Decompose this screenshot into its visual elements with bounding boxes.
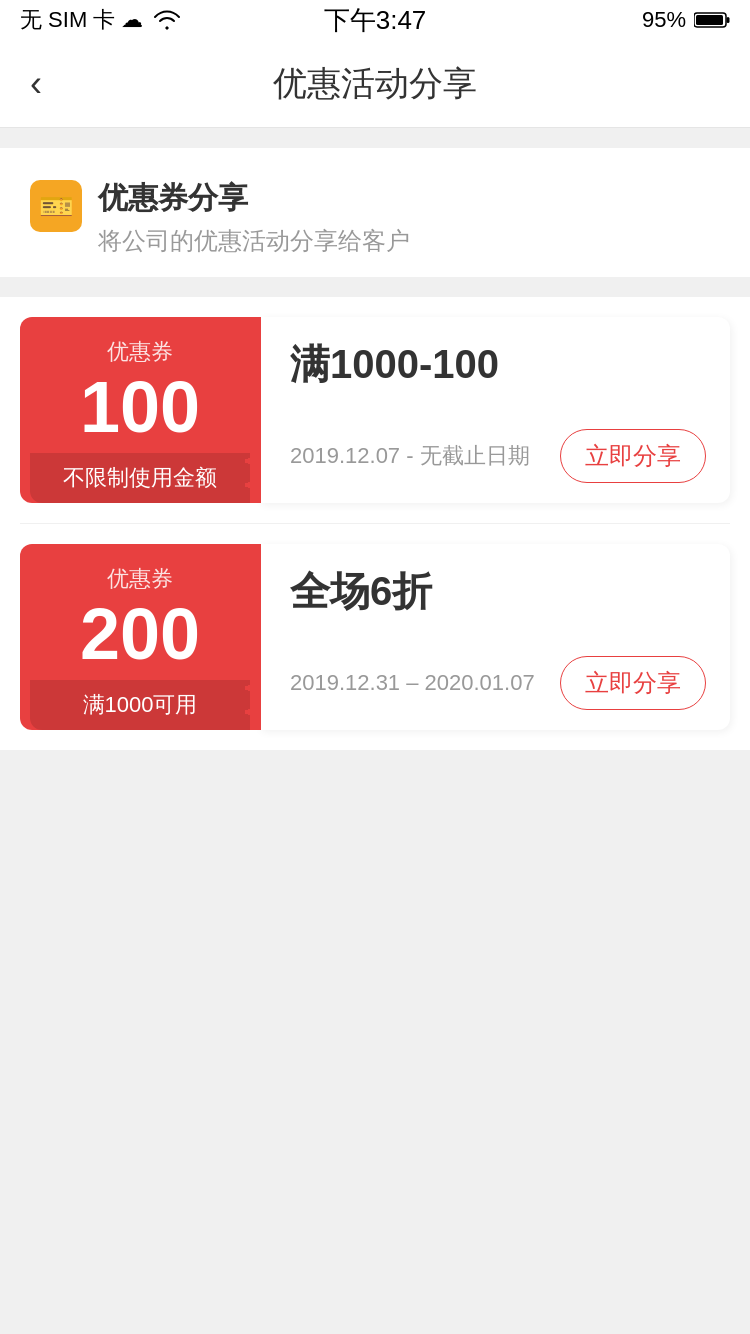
coupon-condition-2: 满1000可用 <box>30 680 250 730</box>
page-title: 优惠活动分享 <box>273 61 477 107</box>
coupon-list: 优惠券 100 不限制使用金额 满1000-100 2019.12.07 - 无… <box>0 297 750 750</box>
coupon-share-icon: 🎫 <box>30 180 82 232</box>
page-bottom <box>0 750 750 1334</box>
coupon-name-1: 满1000-100 <box>290 337 706 392</box>
coupon-left-1: 优惠券 100 不限制使用金额 <box>20 317 260 503</box>
svg-rect-1 <box>727 17 730 23</box>
sim-label: 无 SIM 卡 ☁ <box>20 5 143 35</box>
status-time: 下午3:47 <box>324 3 427 38</box>
wifi-icon <box>153 10 181 30</box>
coupon-right-2: 全场6折 2019.12.31 – 2020.01.07 立即分享 <box>260 544 730 730</box>
battery-icon <box>694 11 730 29</box>
section-heading: 优惠券分享 <box>98 178 410 219</box>
coupon-date-2: 2019.12.31 – 2020.01.07 <box>290 670 535 696</box>
share-button-2[interactable]: 立即分享 <box>560 656 706 710</box>
section-header: 🎫 优惠券分享 将公司的优惠活动分享给客户 <box>0 148 750 277</box>
status-right: 95% <box>642 7 730 33</box>
battery-pct: 95% <box>642 7 686 33</box>
coupon-card-1: 优惠券 100 不限制使用金额 满1000-100 2019.12.07 - 无… <box>20 297 730 524</box>
coupon-card-2: 优惠券 200 满1000可用 全场6折 2019.12.31 – 2020.0… <box>20 524 730 750</box>
coupon-label-2: 优惠券 <box>107 564 173 594</box>
coupon-left-2: 优惠券 200 满1000可用 <box>20 544 260 730</box>
coupon-label-1: 优惠券 <box>107 337 173 367</box>
coupon-condition-1: 不限制使用金额 <box>30 453 250 503</box>
back-button[interactable]: ‹ <box>30 63 42 105</box>
status-left: 无 SIM 卡 ☁ <box>20 5 181 35</box>
share-button-1[interactable]: 立即分享 <box>560 429 706 483</box>
coupon-amount-2: 200 <box>80 598 200 670</box>
section-text: 优惠券分享 将公司的优惠活动分享给客户 <box>98 178 410 257</box>
status-bar: 无 SIM 卡 ☁ 下午3:47 95% <box>0 0 750 40</box>
section-subtitle: 将公司的优惠活动分享给客户 <box>98 225 410 257</box>
coupon-name-2: 全场6折 <box>290 564 706 619</box>
coupon-date-1: 2019.12.07 - 无截止日期 <box>290 441 530 471</box>
svg-rect-2 <box>696 15 723 25</box>
coupon-bottom-2: 2019.12.31 – 2020.01.07 立即分享 <box>290 656 706 710</box>
coupon-bottom-1: 2019.12.07 - 无截止日期 立即分享 <box>290 429 706 483</box>
nav-bar: ‹ 优惠活动分享 <box>0 40 750 128</box>
coupon-amount-1: 100 <box>80 371 200 443</box>
coupon-right-1: 满1000-100 2019.12.07 - 无截止日期 立即分享 <box>260 317 730 503</box>
